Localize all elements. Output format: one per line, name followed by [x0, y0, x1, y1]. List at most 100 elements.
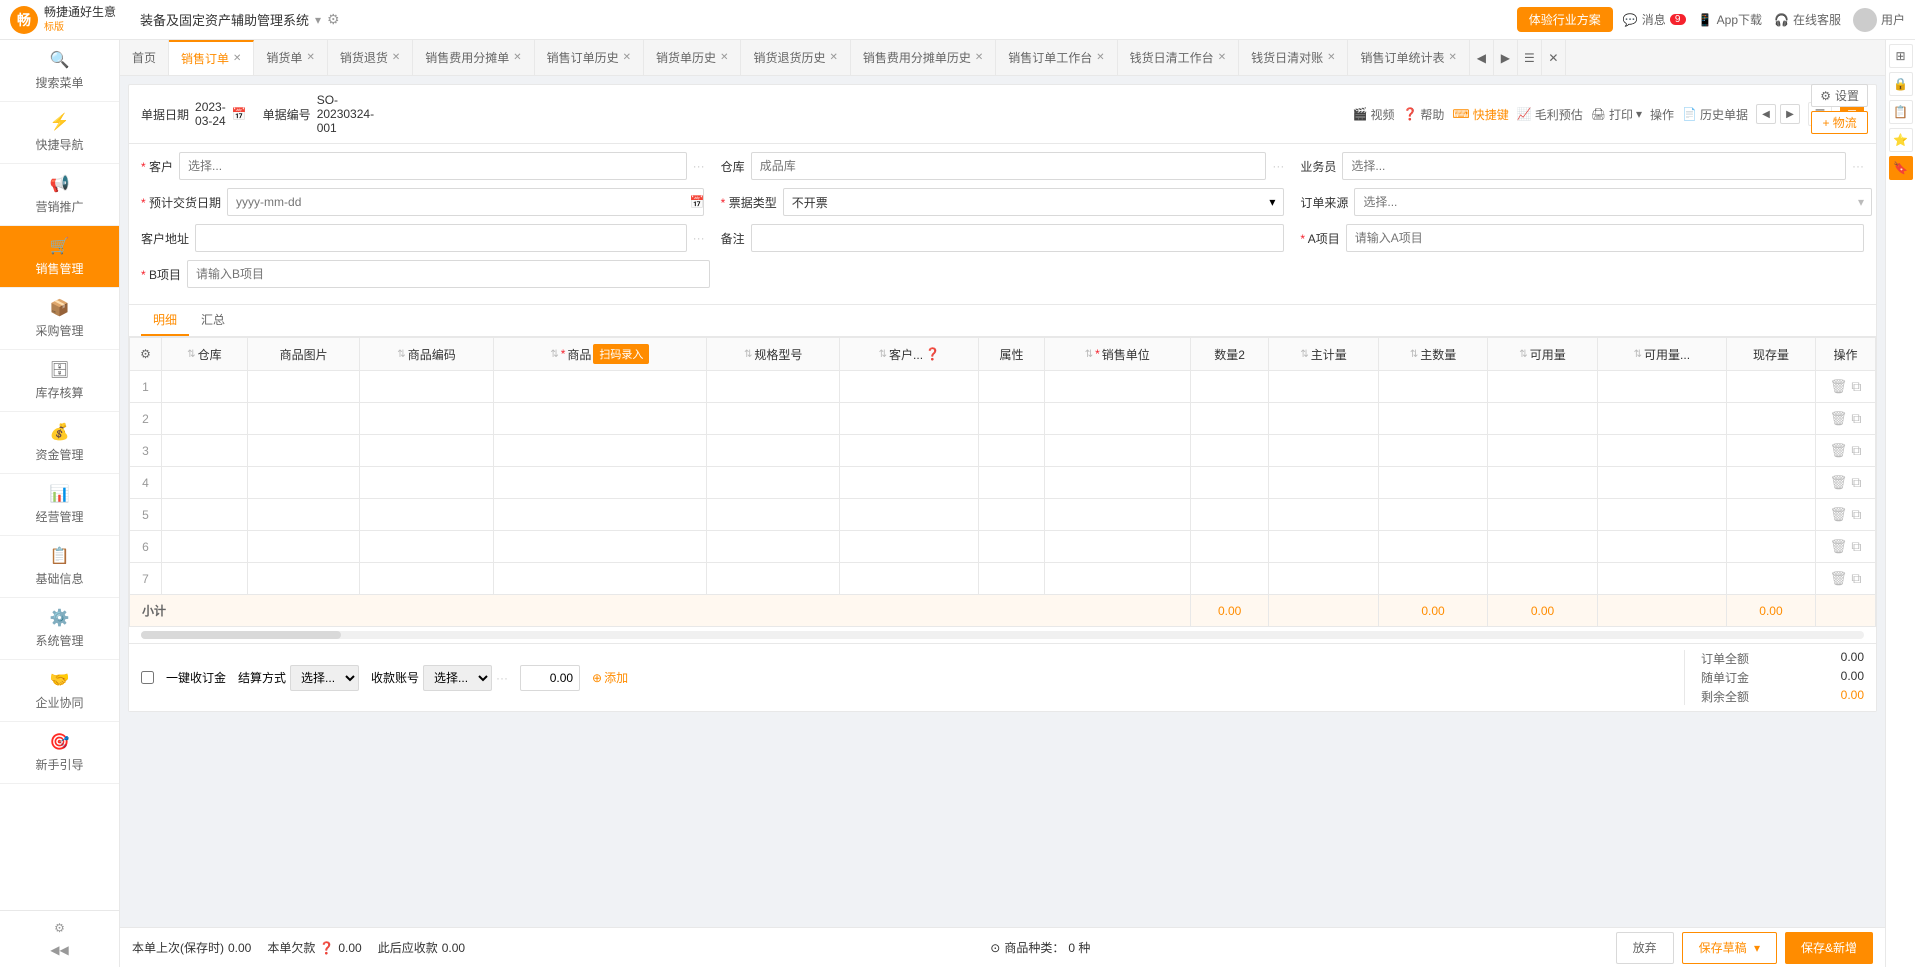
sort-spec-icon[interactable]: ⇅: [744, 349, 752, 360]
row-5-customer-field[interactable]: [840, 499, 979, 531]
row-1-image[interactable]: [247, 371, 360, 403]
row-7-qty2[interactable]: [1190, 563, 1268, 595]
tab-sales-invoice[interactable]: 销货单 ✕: [254, 40, 327, 75]
row-2-sales-unit[interactable]: [1044, 403, 1190, 435]
tab-close-cash-account[interactable]: ✕: [1327, 52, 1335, 63]
tab-close-sales-return[interactable]: ✕: [392, 52, 400, 63]
row-4-product-code[interactable]: [360, 467, 493, 499]
sidebar-item-search[interactable]: 🔍 搜索菜单: [0, 40, 119, 102]
row-5-copy-btn[interactable]: ⧉: [1851, 506, 1861, 523]
row-6-image[interactable]: [247, 531, 360, 563]
row-5-main-qty[interactable]: [1378, 499, 1487, 531]
staff-input[interactable]: [1342, 152, 1846, 180]
row-1-main-qty[interactable]: [1378, 371, 1487, 403]
tab-next-btn[interactable]: ▶: [1494, 40, 1518, 76]
right-panel-btn-4[interactable]: ⭐: [1889, 128, 1913, 152]
row-7-main-qty[interactable]: [1378, 563, 1487, 595]
row-5-product-code[interactable]: [360, 499, 493, 531]
tab-expense-history[interactable]: 销售费用分摊单历史 ✕: [851, 40, 996, 75]
tab-close-return-history[interactable]: ✕: [829, 52, 837, 63]
table-settings-icon[interactable]: ⚙: [140, 347, 151, 361]
system-dropdown-icon[interactable]: ▾: [315, 13, 321, 27]
profit-btn[interactable]: 📈 毛利预估: [1517, 106, 1583, 123]
receipt-account-select[interactable]: 选择...: [423, 665, 492, 691]
message-btn[interactable]: 💬 消息 9: [1623, 11, 1686, 28]
help-btn[interactable]: ❓ 帮助: [1402, 106, 1444, 123]
row-3-copy-btn[interactable]: ⧉: [1851, 442, 1861, 459]
discard-button[interactable]: 放弃: [1616, 932, 1674, 964]
row-2-available[interactable]: [1488, 403, 1597, 435]
tab-sales-order-history[interactable]: 销售订单历史 ✕: [535, 40, 644, 75]
shortcut-btn[interactable]: ⌨ 快捷键: [1452, 106, 1508, 123]
row-6-product[interactable]: [493, 531, 707, 563]
b-project-input[interactable]: [187, 260, 710, 288]
row-1-current[interactable]: [1726, 371, 1815, 403]
row-4-image[interactable]: [247, 467, 360, 499]
row-1-delete-btn[interactable]: 🗑: [1830, 378, 1848, 395]
row-1-available-more[interactable]: [1597, 371, 1726, 403]
row-7-available-more[interactable]: [1597, 563, 1726, 595]
row-5-sales-unit[interactable]: [1044, 499, 1190, 531]
sidebar-item-guide[interactable]: 🎯 新手引导: [0, 722, 119, 784]
tab-close-workbench[interactable]: ✕: [1096, 52, 1104, 63]
row-2-qty2[interactable]: [1190, 403, 1268, 435]
tab-close-invoice-history[interactable]: ✕: [720, 52, 728, 63]
solution-button[interactable]: 体验行业方案: [1517, 7, 1613, 32]
row-2-customer-field[interactable]: [840, 403, 979, 435]
row-6-main-unit[interactable]: [1269, 531, 1378, 563]
app-download-btn[interactable]: 📱 App下载: [1698, 11, 1762, 28]
row-4-main-unit[interactable]: [1269, 467, 1378, 499]
row-2-product-code[interactable]: [360, 403, 493, 435]
row-7-delete-btn[interactable]: 🗑: [1830, 570, 1848, 587]
row-3-qty2[interactable]: [1190, 435, 1268, 467]
settings-form-btn[interactable]: ⚙ 设置: [1811, 84, 1868, 107]
row-6-copy-btn[interactable]: ⧉: [1851, 538, 1861, 555]
row-2-delete-btn[interactable]: 🗑: [1830, 410, 1848, 427]
row-3-current[interactable]: [1726, 435, 1815, 467]
right-panel-btn-3[interactable]: 📋: [1889, 100, 1913, 124]
row-7-image[interactable]: [247, 563, 360, 595]
sort-product-icon[interactable]: ⇅: [550, 349, 558, 360]
row-4-spec[interactable]: [707, 467, 840, 499]
row-7-main-unit[interactable]: [1269, 563, 1378, 595]
row-2-main-unit[interactable]: [1269, 403, 1378, 435]
right-panel-btn-5[interactable]: 🔖: [1889, 156, 1913, 180]
sidebar-item-purchase[interactable]: 📦 采购管理: [0, 288, 119, 350]
next-record-btn[interactable]: ▶: [1780, 104, 1800, 124]
sidebar-collapse-btn[interactable]: ◀◀: [50, 943, 68, 957]
delivery-calendar-icon[interactable]: 📅: [690, 195, 705, 209]
row-1-customer-field[interactable]: [840, 371, 979, 403]
row-5-current[interactable]: [1726, 499, 1815, 531]
row-6-available-more[interactable]: [1597, 531, 1726, 563]
row-4-product[interactable]: [493, 467, 707, 499]
sidebar-item-sales[interactable]: 🛒 销售管理: [0, 226, 119, 288]
row-5-qty2[interactable]: [1190, 499, 1268, 531]
row-2-image[interactable]: [247, 403, 360, 435]
row-3-image[interactable]: [247, 435, 360, 467]
row-2-current[interactable]: [1726, 403, 1815, 435]
row-6-product-code[interactable]: [360, 531, 493, 563]
sidebar-item-marketing[interactable]: 📢 营销推广: [0, 164, 119, 226]
sort-main-unit-icon[interactable]: ⇅: [1300, 349, 1308, 360]
row-7-warehouse[interactable]: [162, 563, 248, 595]
row-6-main-qty[interactable]: [1378, 531, 1487, 563]
sidebar-item-operations[interactable]: 📊 经营管理: [0, 474, 119, 536]
customer-address-input[interactable]: [195, 224, 687, 252]
prev-record-btn[interactable]: ◀: [1756, 104, 1776, 124]
tab-detail[interactable]: 明细: [141, 305, 189, 336]
row-4-available[interactable]: [1488, 467, 1597, 499]
tab-close-expense-history[interactable]: ✕: [975, 52, 983, 63]
calendar-icon[interactable]: 📅: [232, 107, 247, 121]
tab-sales-order[interactable]: 销售订单 ✕: [169, 40, 254, 75]
add-payment-btn[interactable]: ⊕ 添加: [592, 669, 628, 686]
scan-btn[interactable]: 扫码录入: [593, 344, 649, 364]
row-1-sales-unit[interactable]: [1044, 371, 1190, 403]
row-6-spec[interactable]: [707, 531, 840, 563]
tab-sales-return-history[interactable]: 销货退货历史 ✕: [741, 40, 850, 75]
tab-close-cash-clear[interactable]: ✕: [1218, 52, 1226, 63]
sidebar-settings-btn[interactable]: ⚙: [54, 921, 65, 935]
row-3-spec[interactable]: [707, 435, 840, 467]
sidebar-item-basic[interactable]: 📋 基础信息: [0, 536, 119, 598]
tab-sales-invoice-history[interactable]: 销货单历史 ✕: [644, 40, 741, 75]
row-1-available[interactable]: [1488, 371, 1597, 403]
